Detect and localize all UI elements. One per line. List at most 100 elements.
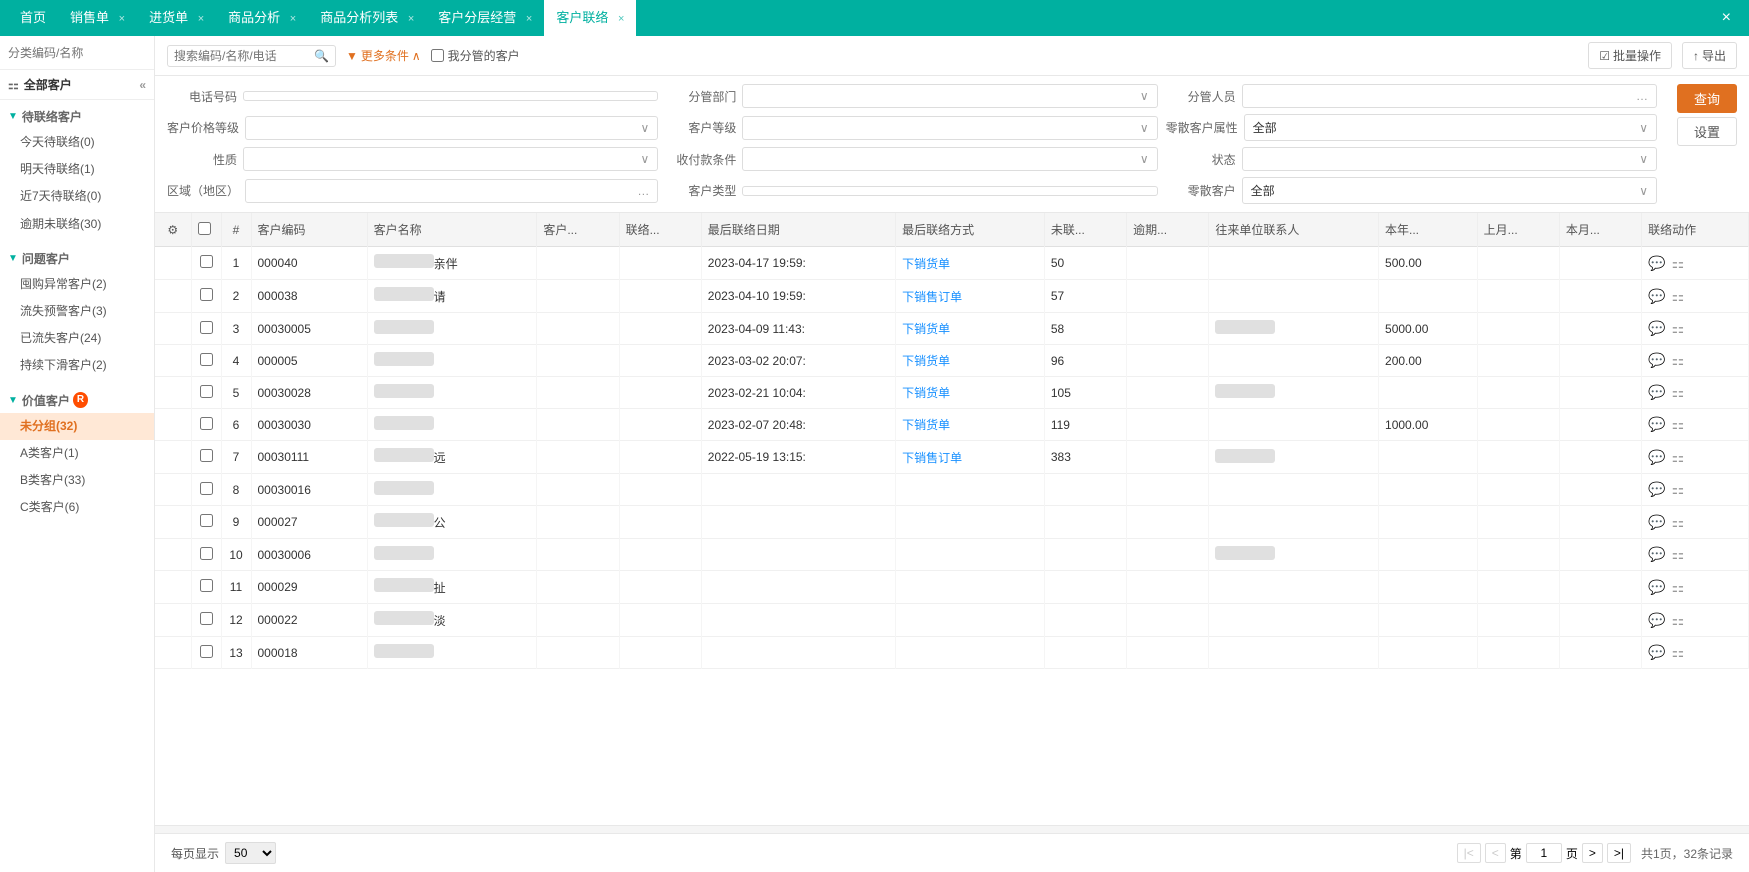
search-input[interactable] <box>174 49 314 63</box>
row-check-6[interactable] <box>191 441 221 474</box>
sidebar-item-churned[interactable]: 已流失客户(24) <box>0 325 154 352</box>
row-last-way-12[interactable] <box>896 637 1045 669</box>
chat-icon-10[interactable]: 💬 <box>1648 579 1665 596</box>
sidebar-item-overdue[interactable]: 逾期未联络(30) <box>0 211 154 238</box>
menu-icon-11[interactable]: ⚏ <box>1672 612 1685 629</box>
filter-price-input[interactable]: ∨ <box>245 116 658 140</box>
menu-icon-6[interactable]: ⚏ <box>1672 449 1685 466</box>
last-page-button[interactable]: >| <box>1607 843 1631 863</box>
page-number-input[interactable] <box>1526 843 1562 863</box>
sidebar-item-churn-warn[interactable]: 流失预警客户(3) <box>0 298 154 325</box>
window-close-button[interactable]: × <box>1712 9 1741 27</box>
sidebar-item-today[interactable]: 今天待联络(0) <box>0 129 154 156</box>
close-purchase-icon[interactable]: × <box>198 13 204 25</box>
nav-product-analysis-list[interactable]: 商品分析列表 × <box>308 0 426 36</box>
sidebar-group-problem-title[interactable]: ▼ 问题客户 <box>0 246 154 271</box>
menu-icon-9[interactable]: ⚏ <box>1672 546 1685 563</box>
close-customer-layer-icon[interactable]: × <box>526 13 532 25</box>
menu-icon-3[interactable]: ⚏ <box>1672 352 1685 369</box>
export-button[interactable]: ↑ 导出 <box>1682 42 1737 69</box>
sidebar-all-customers[interactable]: ⚏ 全部客户 « <box>0 70 154 100</box>
row-last-way-10[interactable] <box>896 571 1045 604</box>
row-last-way-6[interactable]: 下销售订单 <box>896 441 1045 474</box>
th-unit-contact[interactable]: 往来单位联系人 <box>1209 213 1379 247</box>
filter-dept-input[interactable]: ∨ <box>742 84 1157 108</box>
filter-payment-input[interactable]: ∨ <box>742 147 1157 171</box>
prev-page-button[interactable]: < <box>1485 843 1506 863</box>
chat-icon-8[interactable]: 💬 <box>1648 514 1665 531</box>
filter-retail-attr-input[interactable]: 全部 ∨ <box>1244 114 1657 141</box>
batch-op-button[interactable]: ☑ 批量操作 <box>1588 42 1672 69</box>
th-last-contact-way[interactable]: 最后联络方式 <box>896 213 1045 247</box>
th-check[interactable] <box>191 213 221 247</box>
select-all-checkbox[interactable] <box>198 222 211 235</box>
chat-icon-11[interactable]: 💬 <box>1648 612 1665 629</box>
menu-icon-4[interactable]: ⚏ <box>1672 384 1685 401</box>
filter-phone-input[interactable] <box>243 91 658 101</box>
th-overdue[interactable]: 逾期... <box>1127 213 1209 247</box>
horizontal-scroll[interactable] <box>155 825 1749 833</box>
close-product-analysis-icon[interactable]: × <box>290 13 296 25</box>
sidebar-search-input[interactable] <box>8 46 155 60</box>
th-name[interactable]: 客户名称 <box>367 213 537 247</box>
nav-sales[interactable]: 销售单 × <box>58 0 137 36</box>
sidebar-item-class-b[interactable]: B类客户(33) <box>0 467 154 494</box>
filter-region-input[interactable]: … <box>245 179 658 203</box>
row-last-way-0[interactable]: 下销货单 <box>896 247 1045 280</box>
filter-person-input[interactable]: … <box>1242 84 1657 108</box>
th-last-contact-date[interactable]: 最后联络日期 <box>701 213 895 247</box>
nav-home[interactable]: 首页 <box>8 0 58 36</box>
row-last-way-7[interactable] <box>896 474 1045 506</box>
th-code[interactable]: 客户编码 <box>251 213 367 247</box>
first-page-button[interactable]: |< <box>1457 843 1481 863</box>
chat-icon-5[interactable]: 💬 <box>1648 416 1665 433</box>
filter-status-input[interactable]: ∨ <box>1242 147 1657 171</box>
menu-icon-10[interactable]: ⚏ <box>1672 579 1685 596</box>
menu-icon-2[interactable]: ⚏ <box>1672 320 1685 337</box>
row-last-way-8[interactable] <box>896 506 1045 539</box>
sidebar-item-ungrouped[interactable]: 未分组(32) <box>0 413 154 440</box>
row-last-way-1[interactable]: 下销售订单 <box>896 280 1045 313</box>
more-filters-button[interactable]: ▼ 更多条件 ∧ <box>346 47 421 64</box>
sidebar-item-7days[interactable]: 近7天待联络(0) <box>0 183 154 210</box>
th-contact[interactable]: 联络... <box>619 213 701 247</box>
menu-icon-0[interactable]: ⚏ <box>1672 255 1685 272</box>
row-check-11[interactable] <box>191 604 221 637</box>
page-size-select[interactable]: 50 20 100 <box>225 842 276 864</box>
chat-icon-12[interactable]: 💬 <box>1648 644 1665 661</box>
reset-button[interactable]: 设置 <box>1677 117 1737 146</box>
next-page-button[interactable]: > <box>1582 843 1603 863</box>
row-check-1[interactable] <box>191 280 221 313</box>
close-sales-icon[interactable]: × <box>119 13 125 25</box>
menu-icon-1[interactable]: ⚏ <box>1672 288 1685 305</box>
close-customer-contact-icon[interactable]: × <box>618 13 624 25</box>
row-check-2[interactable] <box>191 313 221 345</box>
row-check-4[interactable] <box>191 377 221 409</box>
menu-icon-5[interactable]: ⚏ <box>1672 416 1685 433</box>
row-check-9[interactable] <box>191 539 221 571</box>
row-check-3[interactable] <box>191 345 221 377</box>
sidebar-item-class-a[interactable]: A类客户(1) <box>0 440 154 467</box>
nav-product-analysis[interactable]: 商品分析 × <box>216 0 308 36</box>
row-check-8[interactable] <box>191 506 221 539</box>
sidebar-item-class-c[interactable]: C类客户(6) <box>0 494 154 521</box>
filter-nature-input[interactable]: ∨ <box>243 147 658 171</box>
th-settings[interactable]: ⚙ <box>155 213 191 247</box>
row-last-way-2[interactable]: 下销货单 <box>896 313 1045 345</box>
chat-icon-7[interactable]: 💬 <box>1648 481 1665 498</box>
filter-customer-type-input[interactable] <box>742 186 1157 196</box>
chat-icon-6[interactable]: 💬 <box>1648 449 1665 466</box>
th-last-month[interactable]: 上月... <box>1477 213 1559 247</box>
th-category[interactable]: 客户... <box>537 213 619 247</box>
my-customers-checkbox-label[interactable]: 我分管的客户 <box>431 47 520 64</box>
sidebar-item-hoard[interactable]: 囤购异常客户(2) <box>0 271 154 298</box>
filter-search-icon[interactable]: 🔍 <box>314 49 329 63</box>
th-uncontacted[interactable]: 未联... <box>1044 213 1126 247</box>
nav-customer-contact[interactable]: 客户联络 × <box>544 0 636 36</box>
row-check-7[interactable] <box>191 474 221 506</box>
chat-icon-3[interactable]: 💬 <box>1648 352 1665 369</box>
row-check-0[interactable] <box>191 247 221 280</box>
row-last-way-5[interactable]: 下销货单 <box>896 409 1045 441</box>
sidebar-item-decline[interactable]: 持续下滑客户(2) <box>0 352 154 379</box>
menu-icon-7[interactable]: ⚏ <box>1672 481 1685 498</box>
